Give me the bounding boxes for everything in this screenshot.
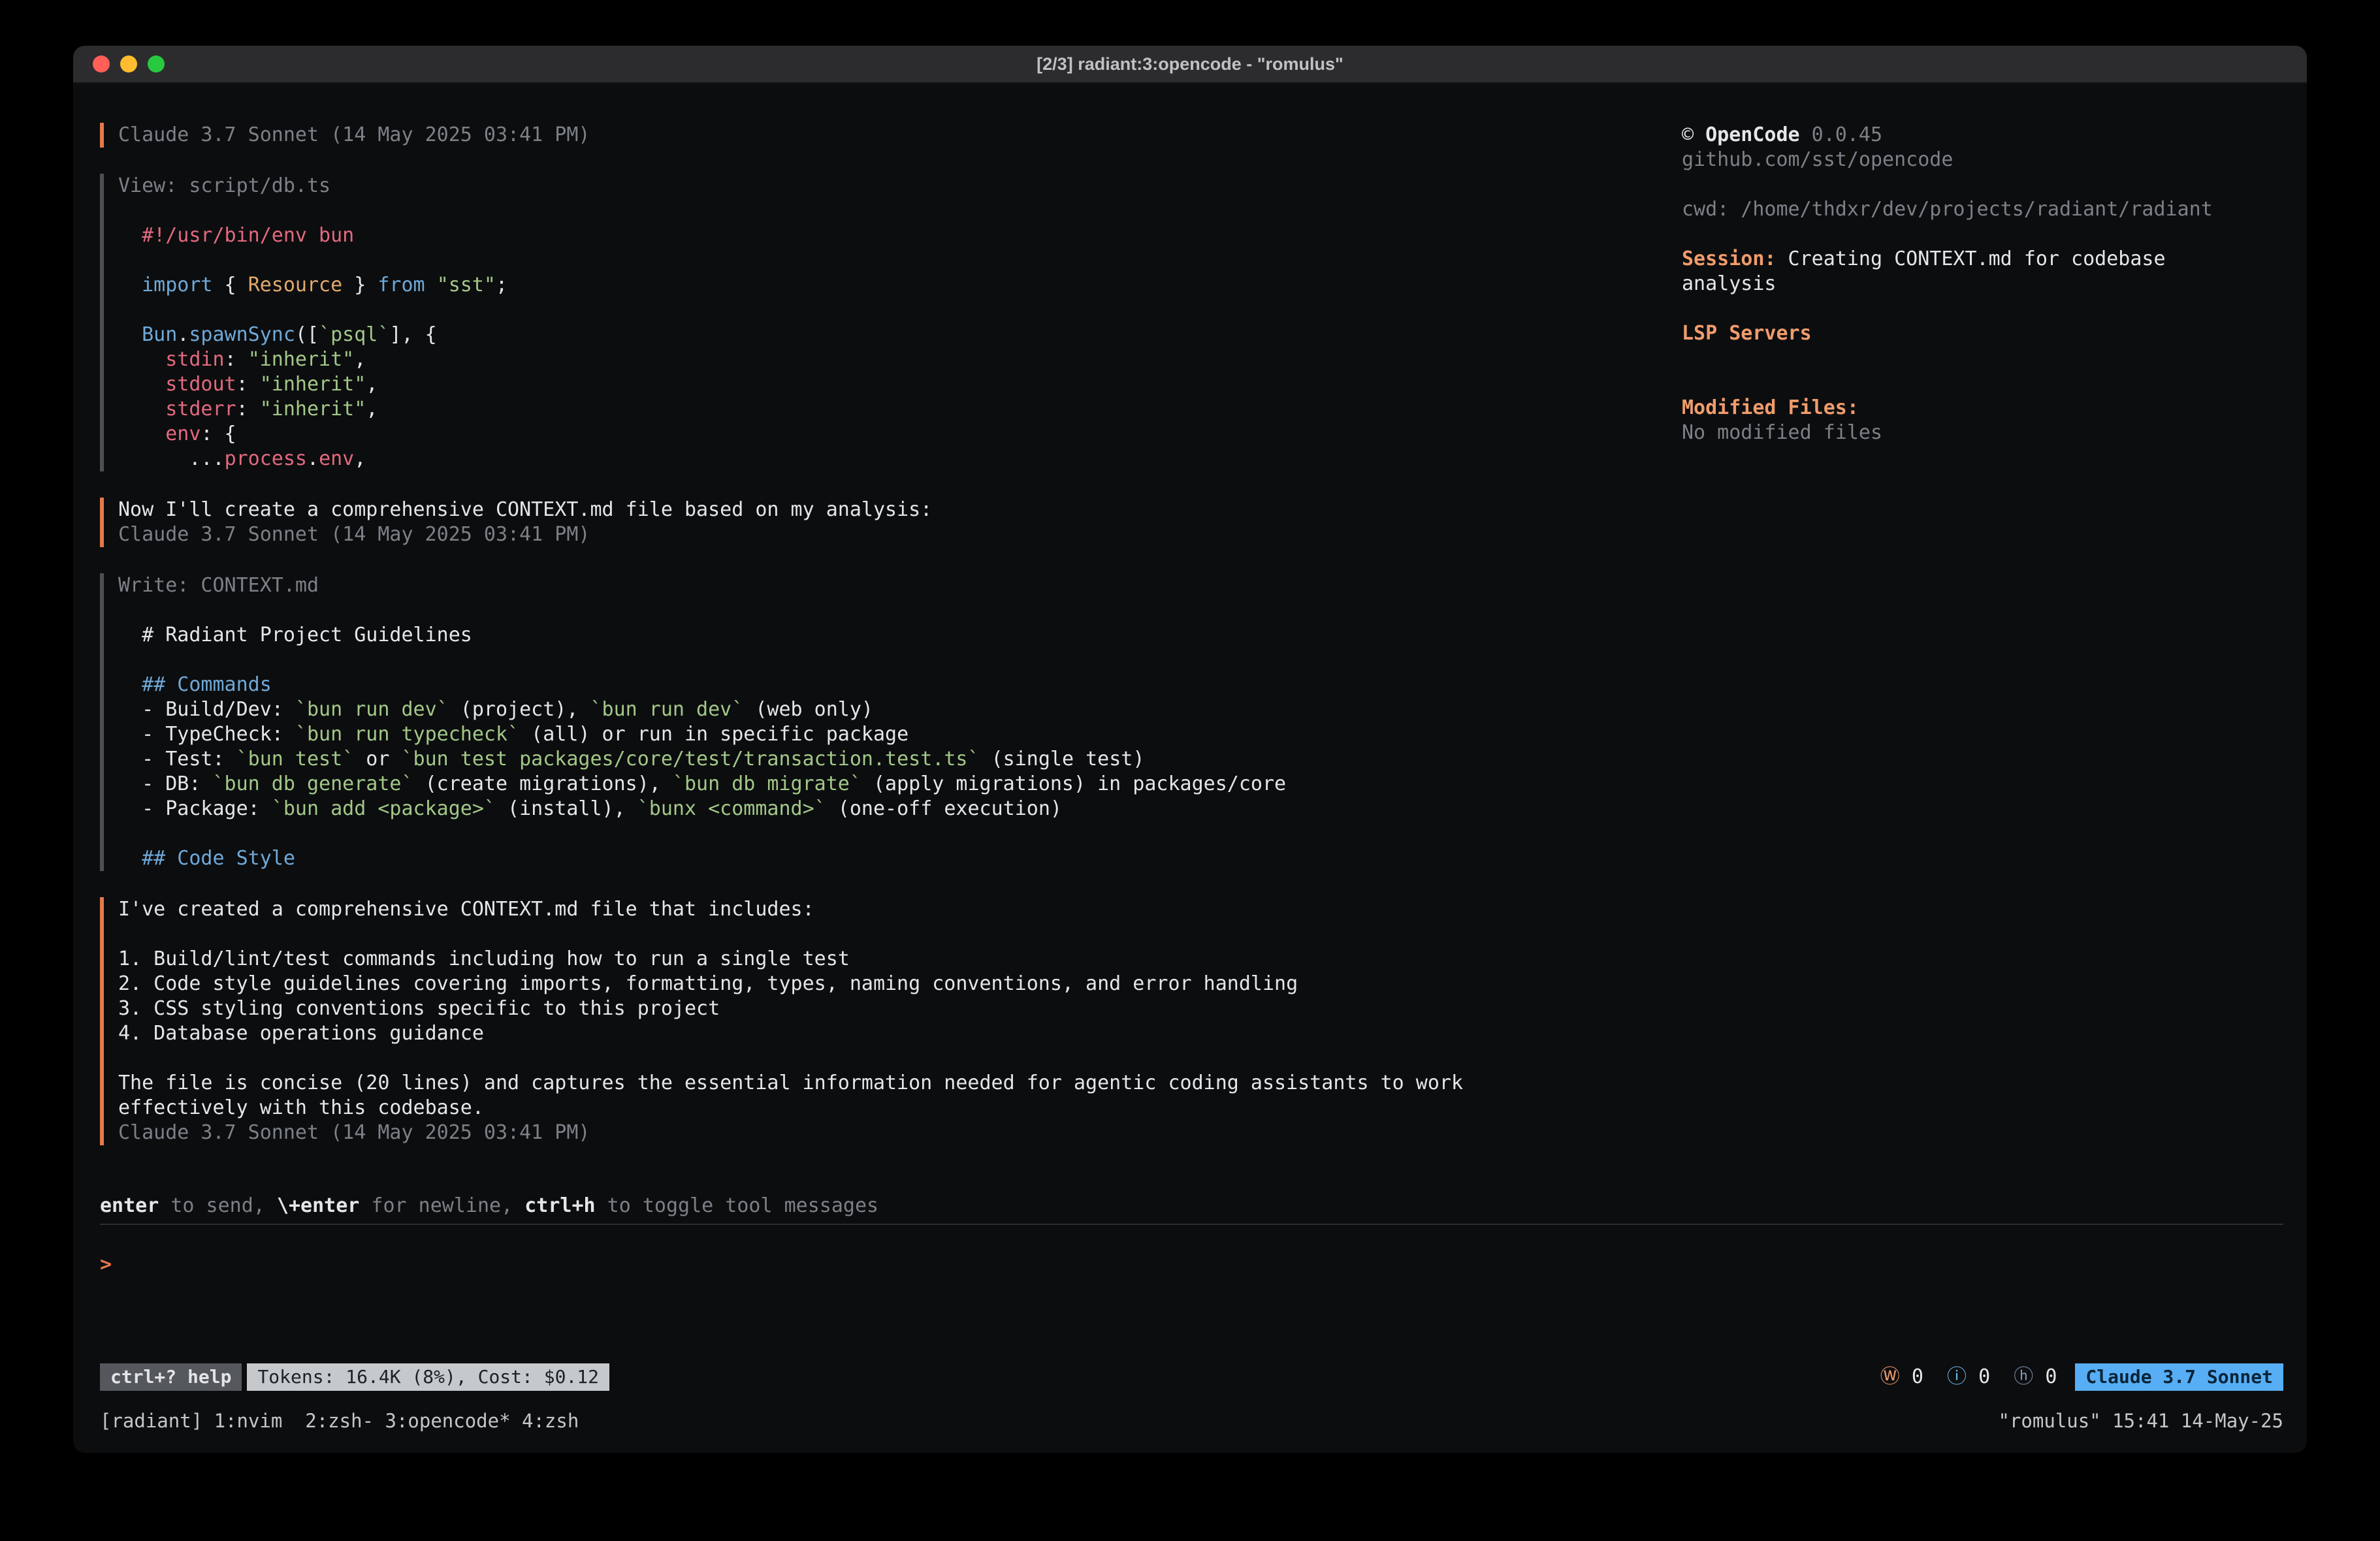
sidebar: © OpenCode 0.0.45github.com/sst/opencode…	[1682, 123, 2243, 445]
text-line	[1682, 371, 2243, 396]
text-line: © OpenCode 0.0.45	[1682, 123, 2243, 148]
text-line: Write: CONTEXT.md	[118, 573, 1602, 598]
text-line	[1682, 222, 2243, 247]
text-line: stdin: "inherit",	[118, 347, 1602, 372]
text-line	[1682, 296, 2243, 321]
text-line	[118, 648, 1602, 673]
tmux-windows[interactable]: [radiant] 1:nvim 2:zsh- 3:opencode* 4:zs…	[100, 1408, 579, 1433]
input-separator	[100, 1224, 2283, 1225]
minimize-button[interactable]	[120, 56, 137, 72]
text-line: ## Commands	[118, 673, 1602, 697]
text-line: 4. Database operations guidance	[118, 1021, 1602, 1046]
text-line	[118, 922, 1602, 947]
text-line	[118, 248, 1602, 273]
help-key-badge[interactable]: ctrl+? help	[100, 1363, 242, 1391]
text-line: I've created a comprehensive CONTEXT.md …	[118, 897, 1602, 922]
input-area: enter to send, \+enter for newline, ctrl…	[100, 1194, 2283, 1277]
text-line: # Radiant Project Guidelines	[118, 623, 1602, 648]
terminal-content: Claude 3.7 Sonnet (14 May 2025 03:41 PM)…	[73, 84, 2307, 1453]
text-line: Modified Files:	[1682, 396, 2243, 421]
text-line: LSP Servers	[1682, 321, 2243, 346]
status-bar: ctrl+? help Tokens: 16.4K (8%), Cost: $0…	[100, 1363, 2283, 1391]
text-line: 2. Code style guidelines covering import…	[118, 972, 1602, 996]
tool-write-block: Write: CONTEXT.md # Radiant Project Guid…	[100, 573, 1602, 871]
text-line: - Package: `bun add <package>` (install)…	[118, 797, 1602, 821]
text-line	[118, 598, 1602, 623]
text-line: No modified files	[1682, 421, 2243, 445]
text-line	[118, 1046, 1602, 1071]
close-button[interactable]	[93, 56, 110, 72]
model-badge[interactable]: Claude 3.7 Sonnet	[2075, 1363, 2283, 1391]
text-line	[1682, 346, 2243, 371]
diagnostics-counts: Ⓦ 0 ⓘ 0 ⓗ 0	[1880, 1365, 2057, 1390]
text-line: cwd: /home/thdxr/dev/projects/radiant/ra…	[1682, 197, 2243, 222]
text-line: - DB: `bun db generate` (create migratio…	[118, 772, 1602, 797]
keybind-help: enter to send, \+enter for newline, ctrl…	[100, 1194, 2283, 1218]
text-line: enter to send, \+enter for newline, ctrl…	[100, 1194, 2283, 1218]
text-line: View: script/db.ts	[118, 174, 1602, 199]
tokens-cost-badge: Tokens: 16.4K (8%), Cost: $0.12	[247, 1363, 609, 1391]
text-line	[118, 298, 1602, 323]
text-line: Now I'll create a comprehensive CONTEXT.…	[118, 498, 1602, 522]
text-line: Claude 3.7 Sonnet (14 May 2025 03:41 PM)	[118, 1120, 1602, 1145]
prompt-input[interactable]: >	[100, 1252, 2283, 1277]
assistant-message-summary: I've created a comprehensive CONTEXT.md …	[100, 897, 1602, 1145]
prompt-symbol: >	[100, 1253, 112, 1276]
terminal-window: [2/3] radiant:3:opencode - "romulus" Cla…	[73, 46, 2307, 1453]
text-line: env: {	[118, 422, 1602, 447]
status-left: ctrl+? help Tokens: 16.4K (8%), Cost: $0…	[100, 1363, 609, 1391]
tmux-status-bar: [radiant] 1:nvim 2:zsh- 3:opencode* 4:zs…	[100, 1408, 2283, 1433]
text-line	[1682, 172, 2243, 197]
text-line: The file is concise (20 lines) and captu…	[118, 1071, 1602, 1120]
text-line: Session: Creating CONTEXT.md for codebas…	[1682, 247, 2243, 296]
chat-area: Claude 3.7 Sonnet (14 May 2025 03:41 PM)…	[100, 123, 1602, 1171]
tmux-session-time: "romulus" 15:41 14-May-25	[1999, 1408, 2284, 1433]
text-line: ...process.env,	[118, 447, 1602, 471]
text-line: #!/usr/bin/env bun	[118, 223, 1602, 248]
traffic-lights	[73, 56, 165, 72]
text-line: stdout: "inherit",	[118, 372, 1602, 397]
status-right: Ⓦ 0 ⓘ 0 ⓗ 0 Claude 3.7 Sonnet	[1880, 1363, 2283, 1391]
titlebar[interactable]: [2/3] radiant:3:opencode - "romulus"	[73, 46, 2307, 84]
text-line: stderr: "inherit",	[118, 397, 1602, 422]
zoom-button[interactable]	[148, 56, 165, 72]
window-title: [2/3] radiant:3:opencode - "romulus"	[73, 54, 2307, 74]
text-line: - Test: `bun test` or `bun test packages…	[118, 747, 1602, 772]
text-line: Claude 3.7 Sonnet (14 May 2025 03:41 PM)	[118, 123, 1602, 148]
tool-view-block: View: script/db.ts #!/usr/bin/env bun im…	[100, 174, 1602, 471]
text-line	[118, 199, 1602, 223]
text-line: 3. CSS styling conventions specific to t…	[118, 996, 1602, 1021]
assistant-message: Now I'll create a comprehensive CONTEXT.…	[100, 498, 1602, 547]
text-line: import { Resource } from "sst";	[118, 273, 1602, 298]
text-line: Ⓦ 0 ⓘ 0 ⓗ 0	[1880, 1365, 2057, 1388]
text-line: github.com/sst/opencode	[1682, 148, 2243, 172]
text-line: - TypeCheck: `bun run typecheck` (all) o…	[118, 722, 1602, 747]
text-line: ## Code Style	[118, 846, 1602, 871]
text-line: Bun.spawnSync([`psql`], {	[118, 323, 1602, 347]
assistant-message-header: Claude 3.7 Sonnet (14 May 2025 03:41 PM)	[100, 123, 1602, 148]
text-line: Claude 3.7 Sonnet (14 May 2025 03:41 PM)	[118, 522, 1602, 547]
text-line	[118, 821, 1602, 846]
text-line: - Build/Dev: `bun run dev` (project), `b…	[118, 697, 1602, 722]
text-line: 1. Build/lint/test commands including ho…	[118, 947, 1602, 972]
